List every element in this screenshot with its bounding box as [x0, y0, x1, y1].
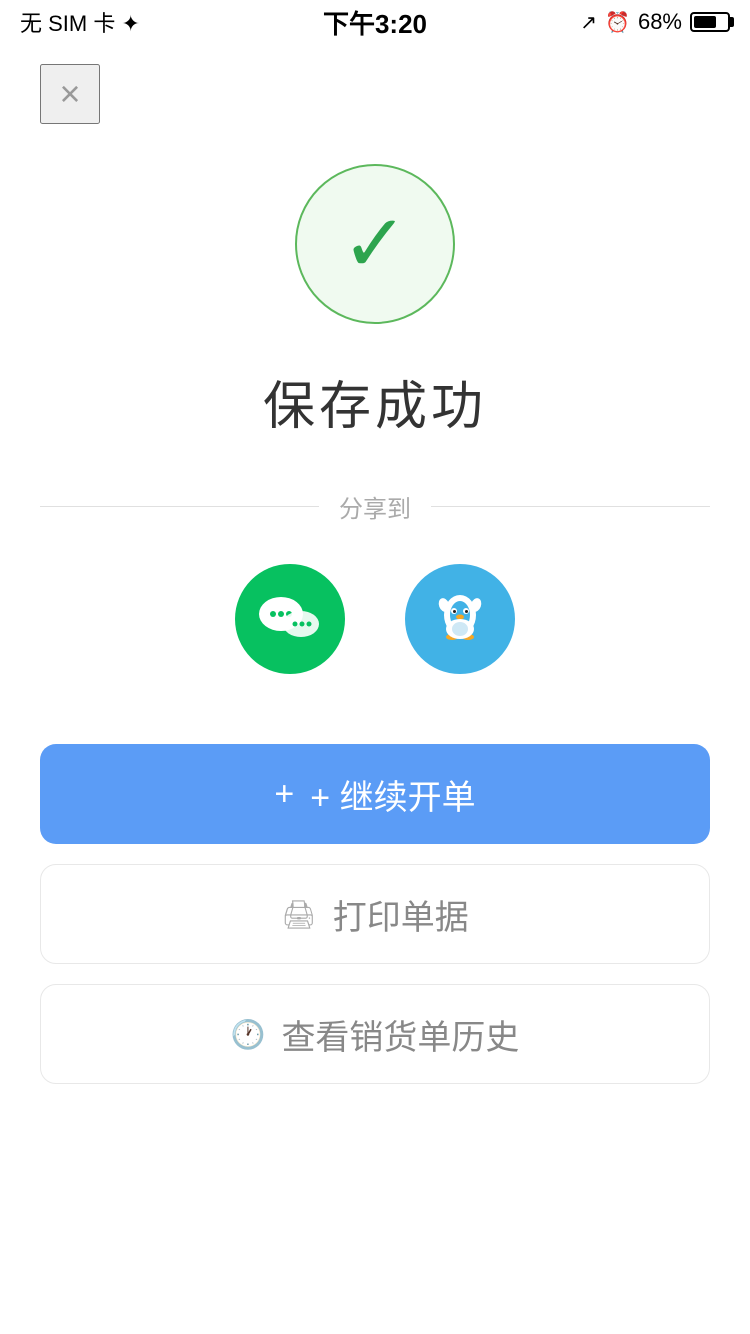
location-icon: ↗ [580, 10, 597, 35]
signal-text: 无 SIM 卡 ✦ [20, 6, 140, 38]
close-button[interactable]: × [40, 64, 100, 124]
battery-text: 68% [638, 9, 682, 35]
success-circle: ✓ [295, 164, 455, 324]
main-content: × ✓ 保存成功 分享到 [0, 44, 750, 1334]
qq-icon [430, 589, 490, 649]
status-right: ↗ ⏰ 68% [580, 9, 730, 35]
print-label: 打印单据 [333, 890, 469, 939]
action-buttons: + + 继续开单 🖨 打印单据 🕐 查看销货单历史 [40, 744, 710, 1084]
wechat-share-button[interactable] [235, 564, 345, 674]
qq-share-button[interactable] [405, 564, 515, 674]
status-time: 下午3:20 [323, 4, 427, 41]
continue-order-button[interactable]: + + 继续开单 [40, 744, 710, 844]
print-button[interactable]: 🖨 打印单据 [40, 864, 710, 964]
status-left: 无 SIM 卡 ✦ [20, 6, 140, 38]
close-icon: × [59, 73, 80, 115]
continue-order-label: + 继续开单 [310, 770, 475, 819]
checkmark-icon: ✓ [341, 204, 408, 284]
success-title: 保存成功 [263, 364, 487, 439]
history-label: 查看销货单历史 [281, 1010, 519, 1059]
battery-icon [690, 12, 730, 32]
print-icon: 🖨 [281, 898, 317, 931]
wechat-icon [255, 584, 325, 654]
share-divider: 分享到 [40, 489, 710, 524]
divider-left [40, 506, 319, 507]
status-bar: 无 SIM 卡 ✦ 下午3:20 ↗ ⏰ 68% [0, 0, 750, 44]
history-icon: 🕐 [231, 1018, 266, 1051]
plus-icon: + [274, 775, 294, 814]
share-label: 分享到 [339, 489, 411, 524]
share-row [235, 564, 515, 674]
divider-right [431, 506, 710, 507]
alarm-icon: ⏰ [605, 10, 630, 35]
history-button[interactable]: 🕐 查看销货单历史 [40, 984, 710, 1084]
